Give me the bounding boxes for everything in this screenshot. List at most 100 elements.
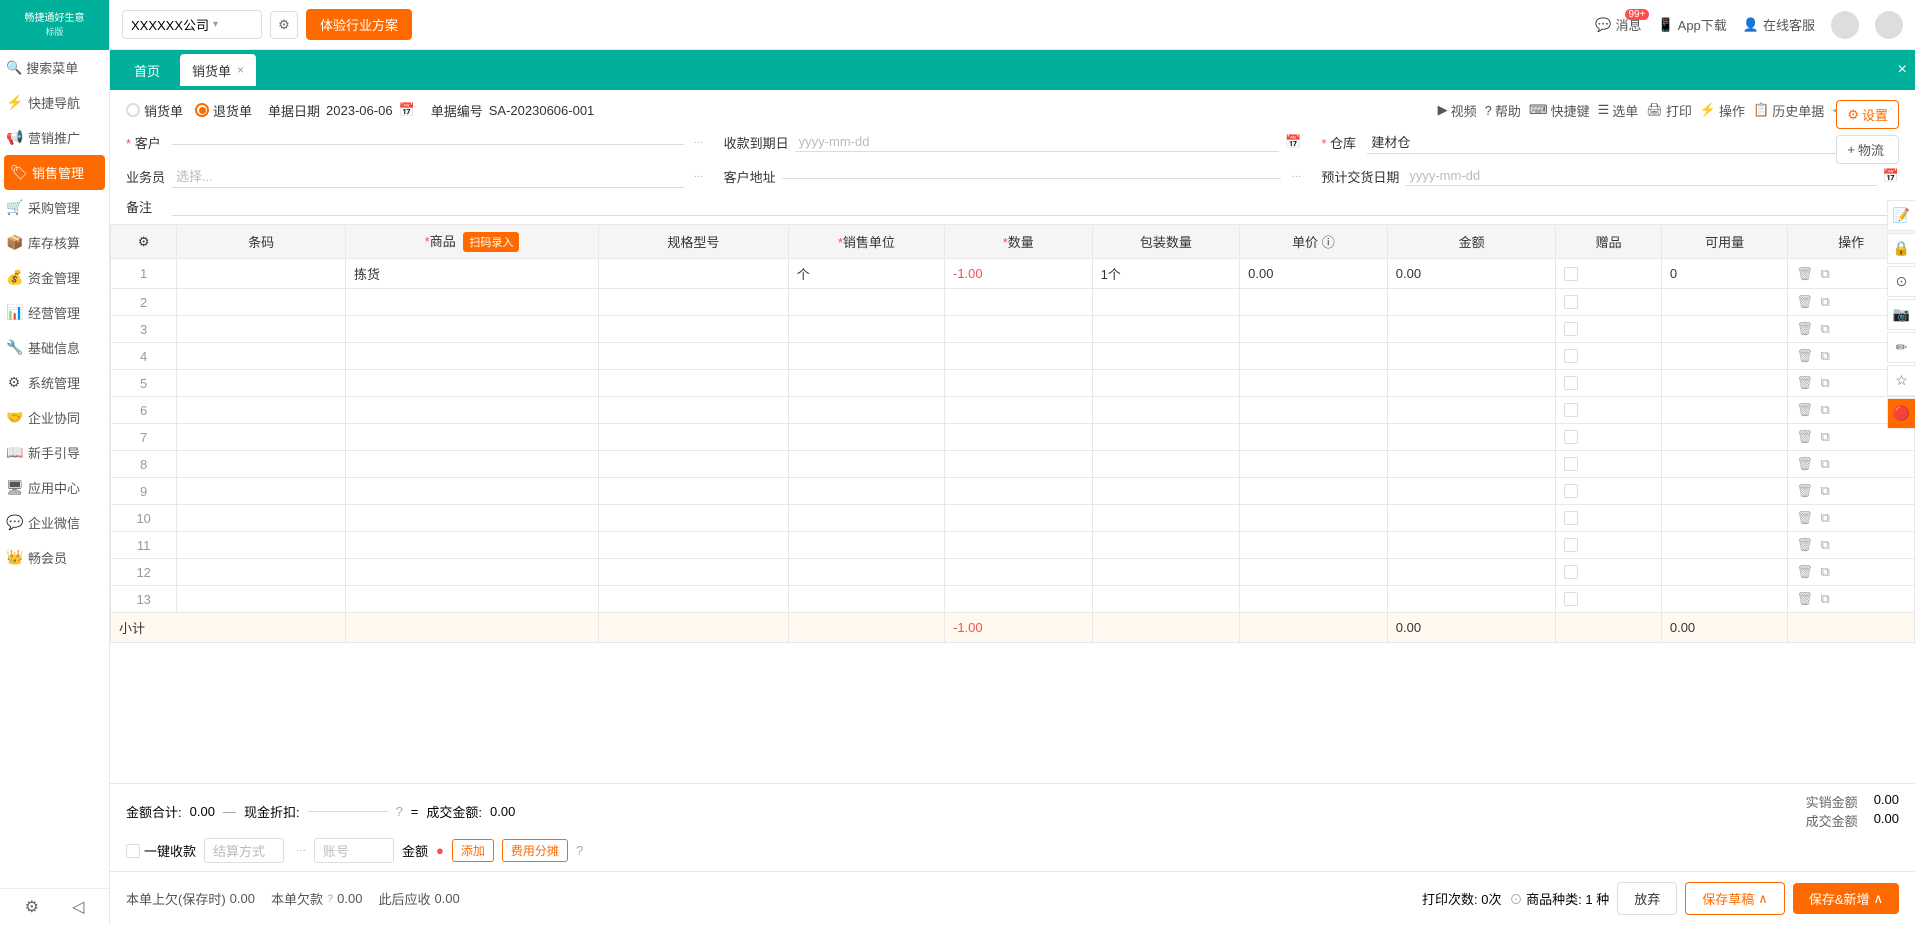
row-goods-1[interactable] [346, 289, 599, 316]
float-note-icon[interactable]: 📝 [1887, 200, 1915, 231]
row-qty-4[interactable] [944, 370, 1092, 397]
row-delete-icon-11[interactable]: 🗑 [1796, 564, 1813, 579]
row-pack-8[interactable] [1092, 478, 1240, 505]
row-unit-6[interactable] [788, 424, 944, 451]
user-avatar[interactable] [1831, 11, 1859, 39]
row-delete-icon-10[interactable]: 🗑 [1796, 537, 1813, 552]
row-pack-5[interactable] [1092, 397, 1240, 424]
row-pack-3[interactable] [1092, 343, 1240, 370]
row-delete-icon-7[interactable]: 🗑 [1796, 456, 1813, 471]
one-click-pay-checkbox[interactable]: 一键收款 [126, 841, 196, 860]
customer-more-icon[interactable]: ··· [694, 137, 704, 148]
row-spec-11[interactable] [599, 559, 789, 586]
row-price-0[interactable]: 0.00 [1240, 259, 1388, 289]
calc-method-select[interactable]: 结算方式 [204, 838, 284, 863]
message-button[interactable]: 💬 消息 99+ [1595, 15, 1641, 34]
save-new-button[interactable]: 保存&新增 ∧ [1793, 883, 1899, 914]
row-spec-12[interactable] [599, 586, 789, 613]
row-amount-6[interactable] [1387, 424, 1556, 451]
sidebar-item-1[interactable]: 📢营销推广 [0, 120, 109, 155]
row-price-11[interactable] [1240, 559, 1388, 586]
float-camera-icon[interactable]: 📷 [1887, 299, 1915, 330]
row-pack-6[interactable] [1092, 424, 1240, 451]
sidebar-item-3[interactable]: 🛒采购管理 [0, 190, 109, 225]
row-delete-icon-0[interactable]: 🗑 [1796, 266, 1813, 281]
tab-sales-order[interactable]: 销货单 × [180, 54, 256, 86]
row-delete-icon-9[interactable]: 🗑 [1796, 510, 1813, 525]
row-gift-7[interactable] [1556, 451, 1661, 478]
row-barcode-12[interactable] [177, 586, 346, 613]
row-goods-0[interactable]: 拣货 [346, 259, 599, 289]
row-delete-icon-3[interactable]: 🗑 [1796, 348, 1813, 363]
row-pack-9[interactable] [1092, 505, 1240, 532]
row-qty-8[interactable] [944, 478, 1092, 505]
sidebar-item-2[interactable]: 🏷销售管理 [4, 155, 105, 190]
radio-return-order[interactable]: 退货单 [195, 101, 252, 120]
row-delete-icon-1[interactable]: 🗑 [1796, 294, 1813, 309]
header-settings-button[interactable]: ⚙ [270, 11, 298, 39]
row-spec-10[interactable] [599, 532, 789, 559]
row-barcode-2[interactable] [177, 316, 346, 343]
save-draft-button[interactable]: 保存草稿 ∧ [1685, 882, 1785, 915]
sidebar-item-9[interactable]: 🤝企业协同 [0, 400, 109, 435]
row-copy-icon-11[interactable]: ⧉ [1821, 564, 1830, 579]
row-price-10[interactable] [1240, 532, 1388, 559]
sidebar-item-8[interactable]: ⚙系统管理 [0, 365, 109, 400]
calc-method-more[interactable]: ··· [296, 845, 306, 856]
row-amount-5[interactable] [1387, 397, 1556, 424]
radio-sales-order[interactable]: 销货单 [126, 101, 183, 120]
trial-button[interactable]: 体验行业方案 [306, 9, 412, 40]
row-price-6[interactable] [1240, 424, 1388, 451]
scan-button[interactable]: 扫码录入 [463, 232, 519, 252]
row-price-8[interactable] [1240, 478, 1388, 505]
row-gift-3[interactable] [1556, 343, 1661, 370]
row-gift-4[interactable] [1556, 370, 1661, 397]
row-barcode-6[interactable] [177, 424, 346, 451]
row-unit-5[interactable] [788, 397, 944, 424]
row-copy-icon-6[interactable]: ⧉ [1821, 429, 1830, 444]
row-amount-10[interactable] [1387, 532, 1556, 559]
app-download-button[interactable]: 📱 App下载 [1657, 15, 1726, 34]
salesperson-input[interactable]: 选择... [172, 164, 684, 188]
float-lock-icon[interactable]: 🔒 [1887, 233, 1915, 264]
row-qty-1[interactable] [944, 289, 1092, 316]
row-qty-11[interactable] [944, 559, 1092, 586]
row-price-2[interactable] [1240, 316, 1388, 343]
row-pack-10[interactable] [1092, 532, 1240, 559]
row-barcode-4[interactable] [177, 370, 346, 397]
row-goods-12[interactable] [346, 586, 599, 613]
row-gift-5[interactable] [1556, 397, 1661, 424]
row-spec-8[interactable] [599, 478, 789, 505]
settings-button[interactable]: ⚙ 设置 [1836, 100, 1899, 129]
row-qty-6[interactable] [944, 424, 1092, 451]
sidebar-item-5[interactable]: 💰资金管理 [0, 260, 109, 295]
row-unit-12[interactable] [788, 586, 944, 613]
row-unit-2[interactable] [788, 316, 944, 343]
action-history[interactable]: 📋 历史单据 [1753, 101, 1824, 120]
account-input[interactable]: 账号 [314, 838, 394, 863]
row-barcode-9[interactable] [177, 505, 346, 532]
user-avatar-2[interactable] [1875, 11, 1903, 39]
row-qty-0[interactable]: -1.00 [944, 259, 1092, 289]
tab-home[interactable]: 首页 [118, 50, 176, 90]
row-copy-icon-7[interactable]: ⧉ [1821, 456, 1830, 471]
online-service-button[interactable]: 👤 在线客服 [1743, 15, 1815, 34]
action-shortcuts[interactable]: ⌨ 快捷键 [1529, 101, 1590, 120]
row-goods-6[interactable] [346, 424, 599, 451]
row-barcode-11[interactable] [177, 559, 346, 586]
row-spec-6[interactable] [599, 424, 789, 451]
row-gift-6[interactable] [1556, 424, 1661, 451]
row-price-3[interactable] [1240, 343, 1388, 370]
expected-date-input[interactable]: yyyy-mm-dd [1405, 166, 1876, 186]
row-barcode-7[interactable] [177, 451, 346, 478]
sidebar-search[interactable]: 🔍 搜索菜单 [0, 50, 109, 85]
salesperson-more-icon[interactable]: ··· [694, 171, 704, 182]
expected-date-cal-icon[interactable]: 📅 [1883, 168, 1899, 184]
row-goods-8[interactable] [346, 478, 599, 505]
row-barcode-0[interactable] [177, 259, 346, 289]
discount-input[interactable] [308, 811, 388, 812]
calendar-icon[interactable]: 📅 [399, 102, 415, 118]
company-select[interactable]: XXXXXX公司 ▾ [122, 10, 262, 39]
action-help[interactable]: ? 帮助 [1485, 101, 1521, 120]
row-copy-icon-1[interactable]: ⧉ [1821, 294, 1830, 309]
